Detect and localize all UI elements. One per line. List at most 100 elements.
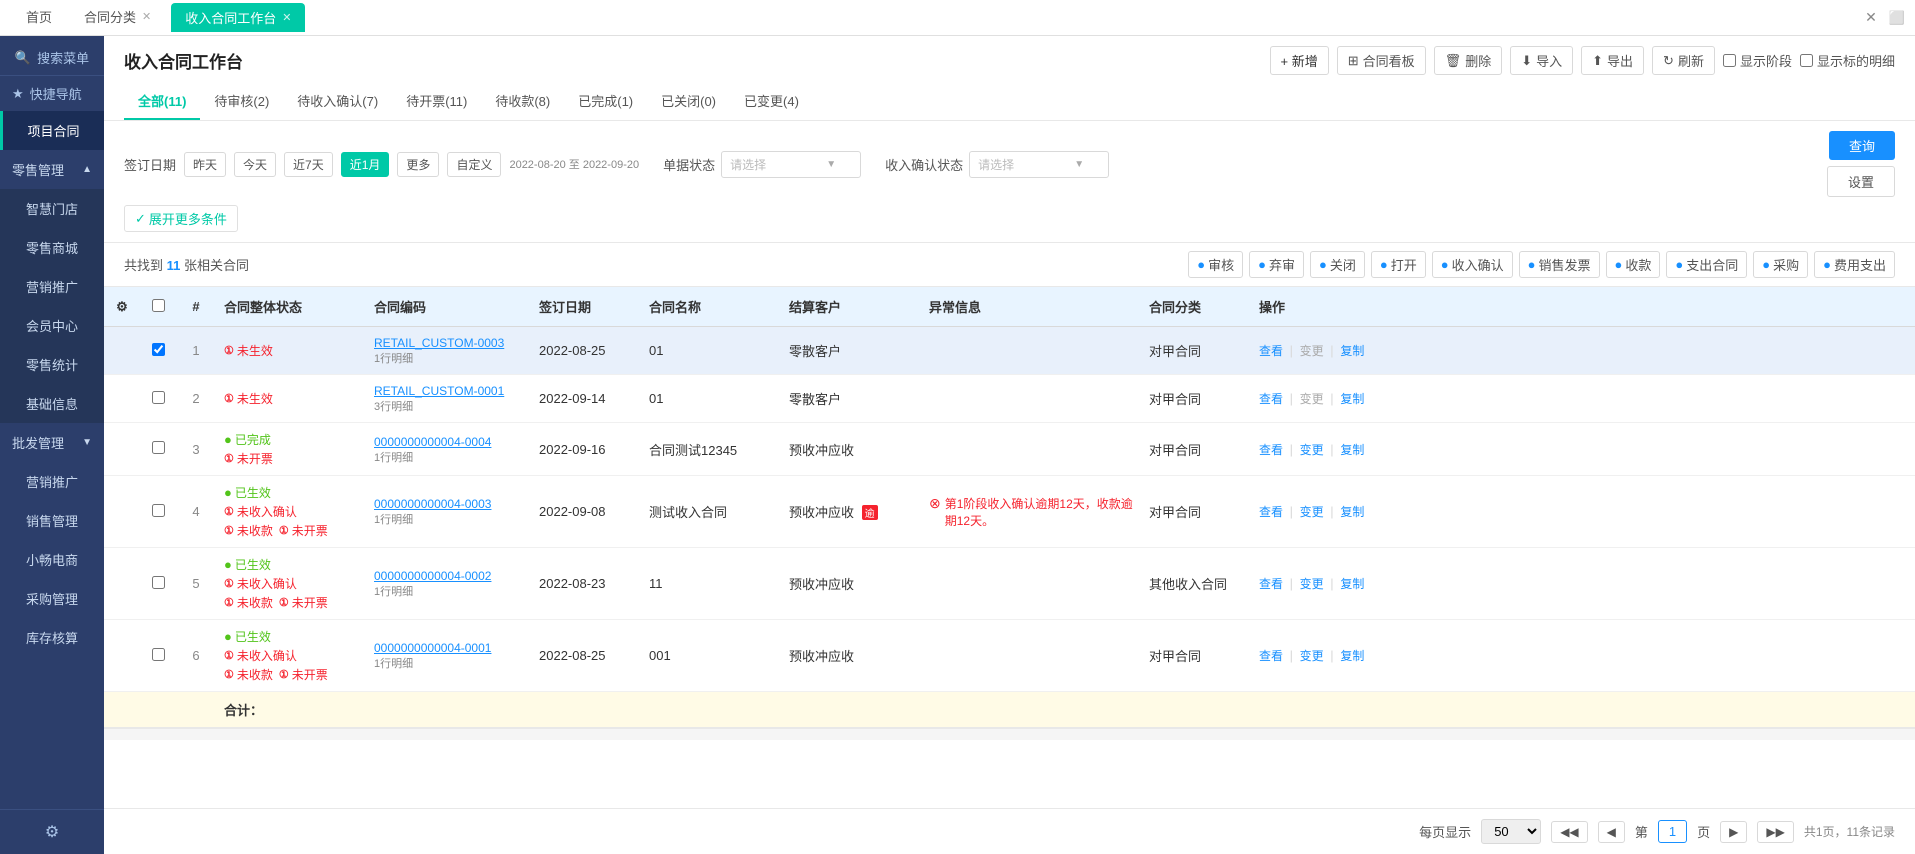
- tab-pending-payment[interactable]: 待收款(8): [481, 83, 564, 120]
- col-settings[interactable]: ⚙: [104, 287, 140, 327]
- expand-more-btn[interactable]: ✓ 展开更多条件: [124, 205, 238, 232]
- row-ops[interactable]: 查看 | 变更 | 复制: [1251, 375, 1915, 423]
- btn-review[interactable]: ● 审核: [1188, 251, 1243, 278]
- sidebar-item-marketing[interactable]: 营销推广: [0, 267, 104, 306]
- change-btn[interactable]: 变更: [1300, 443, 1324, 457]
- sidebar-item-sales[interactable]: 销售管理: [0, 501, 104, 540]
- sidebar-item-basic-info[interactable]: 基础信息: [0, 384, 104, 423]
- tab-changed[interactable]: 已变更(4): [730, 83, 813, 120]
- sidebar-item-project-contract[interactable]: 项目合同: [0, 111, 104, 150]
- sidebar-item-xiaoyang[interactable]: 小畅电商: [0, 540, 104, 579]
- copy-btn[interactable]: 复制: [1340, 443, 1364, 457]
- btn-board[interactable]: ⊞ 合同看板: [1337, 46, 1426, 75]
- doc-status-select[interactable]: 请选择 ▼: [721, 151, 861, 178]
- tab-contract-category[interactable]: 合同分类 ✕: [68, 0, 167, 36]
- show-mark-checkbox[interactable]: 显示标的明细: [1800, 51, 1895, 70]
- change-btn[interactable]: 变更: [1300, 649, 1324, 663]
- tab-closed[interactable]: 已关闭(0): [647, 83, 730, 120]
- btn-purchase[interactable]: ● 采购: [1753, 251, 1808, 278]
- prev-page-btn[interactable]: ◀: [1598, 821, 1625, 843]
- close-tab-category-icon[interactable]: ✕: [142, 10, 151, 23]
- filter-yesterday[interactable]: 昨天: [184, 152, 226, 177]
- row-ops[interactable]: 查看 | 变更 | 复制: [1251, 476, 1915, 548]
- sidebar-quick-nav[interactable]: ★ 快捷导航: [0, 76, 104, 111]
- filter-7days[interactable]: 近7天: [284, 152, 333, 177]
- query-btn[interactable]: 查询: [1829, 131, 1895, 160]
- btn-abandon[interactable]: ● 弃审: [1249, 251, 1304, 278]
- page-label: 第: [1635, 822, 1648, 841]
- row-code[interactable]: 0000000000004-0003 1行明细: [366, 476, 531, 548]
- change-btn[interactable]: 变更: [1300, 392, 1324, 406]
- tab-completed[interactable]: 已完成(1): [564, 83, 647, 120]
- btn-import[interactable]: ⬇ 导入: [1510, 46, 1573, 75]
- tab-pending-review[interactable]: 待审核(2): [200, 83, 283, 120]
- btn-out-contract[interactable]: ● 支出合同: [1666, 251, 1747, 278]
- row-ops[interactable]: 查看 | 变更 | 复制: [1251, 620, 1915, 692]
- copy-btn[interactable]: 复制: [1340, 392, 1364, 406]
- view-btn[interactable]: 查看: [1259, 577, 1283, 591]
- tab-pending-confirm[interactable]: 待收入确认(7): [283, 83, 392, 120]
- last-page-btn[interactable]: ▶▶: [1757, 821, 1793, 843]
- btn-sales-invoice[interactable]: ● 销售发票: [1519, 251, 1600, 278]
- sidebar-item-retail-stats[interactable]: 零售统计: [0, 345, 104, 384]
- btn-expense[interactable]: ● 费用支出: [1814, 251, 1895, 278]
- first-page-btn[interactable]: ◀◀: [1551, 821, 1587, 843]
- change-btn[interactable]: 变更: [1300, 344, 1324, 358]
- sidebar-search[interactable]: 🔍 搜索菜单: [0, 36, 104, 76]
- filter-today[interactable]: 今天: [234, 152, 276, 177]
- row-code[interactable]: 0000000000004-0002 1行明细: [366, 548, 531, 620]
- view-btn[interactable]: 查看: [1259, 505, 1283, 519]
- sidebar-item-smart-store[interactable]: 智慧门店: [0, 189, 104, 228]
- copy-btn[interactable]: 复制: [1340, 577, 1364, 591]
- col-checkbox-header[interactable]: [140, 287, 176, 327]
- tab-all[interactable]: 全部(11): [124, 83, 200, 120]
- sidebar-item-member[interactable]: 会员中心: [0, 306, 104, 345]
- row-ops[interactable]: 查看 | 变更 | 复制: [1251, 423, 1915, 476]
- copy-btn[interactable]: 复制: [1340, 649, 1364, 663]
- btn-open[interactable]: ● 打开: [1371, 251, 1426, 278]
- sidebar-item-wholesale[interactable]: 批发管理 ▼: [0, 423, 104, 462]
- confirm-status-select[interactable]: 请选择 ▼: [969, 151, 1109, 178]
- per-page-select[interactable]: 50 10 20 100: [1481, 819, 1541, 844]
- row-code[interactable]: 0000000000004-0001 1行明细: [366, 620, 531, 692]
- tab-home[interactable]: 首页: [10, 0, 68, 36]
- row-ops[interactable]: 查看 | 变更 | 复制: [1251, 548, 1915, 620]
- btn-export[interactable]: ⬆ 导出: [1581, 46, 1644, 75]
- filter-more[interactable]: 更多: [397, 152, 439, 177]
- tab-income-contract[interactable]: 收入合同工作台 ✕: [171, 3, 305, 32]
- sidebar-item-retail-mall[interactable]: 零售商城: [0, 228, 104, 267]
- filter-custom[interactable]: 自定义: [447, 152, 501, 177]
- row-ops[interactable]: 查看 | 变更 | 复制: [1251, 327, 1915, 375]
- sidebar-item-purchase[interactable]: 采购管理: [0, 579, 104, 618]
- view-btn[interactable]: 查看: [1259, 443, 1283, 457]
- view-btn[interactable]: 查看: [1259, 392, 1283, 406]
- settings-icon[interactable]: ⚙: [45, 824, 59, 841]
- view-btn[interactable]: 查看: [1259, 649, 1283, 663]
- row-date: 2022-08-23: [531, 548, 641, 620]
- window-restore-btn[interactable]: ⬜: [1889, 10, 1905, 26]
- btn-delete[interactable]: 🗑 删除: [1434, 46, 1503, 75]
- change-btn[interactable]: 变更: [1300, 577, 1324, 591]
- row-code[interactable]: 0000000000004-0004 1行明细: [366, 423, 531, 476]
- btn-refresh[interactable]: ↻ 刷新: [1652, 46, 1715, 75]
- copy-btn[interactable]: 复制: [1340, 505, 1364, 519]
- filter-1month[interactable]: 近1月: [341, 152, 390, 177]
- row-code[interactable]: RETAIL_CUSTOM-0003 1行明细: [366, 327, 531, 375]
- copy-btn[interactable]: 复制: [1340, 344, 1364, 358]
- window-close-btn[interactable]: ✕: [1865, 9, 1877, 26]
- sidebar-item-inventory[interactable]: 库存核算: [0, 618, 104, 657]
- row-code[interactable]: RETAIL_CUSTOM-0001 3行明细: [366, 375, 531, 423]
- setting-btn[interactable]: 设置: [1827, 166, 1895, 197]
- view-btn[interactable]: 查看: [1259, 344, 1283, 358]
- show-stage-checkbox[interactable]: 显示阶段: [1723, 51, 1792, 70]
- btn-payment[interactable]: ● 收款: [1606, 251, 1661, 278]
- btn-close[interactable]: ● 关闭: [1310, 251, 1365, 278]
- sidebar-item-retail-mgmt[interactable]: 零售管理 ▲: [0, 150, 104, 189]
- btn-new[interactable]: + 新增: [1270, 46, 1329, 75]
- next-page-btn[interactable]: ▶: [1720, 821, 1747, 843]
- change-btn[interactable]: 变更: [1300, 505, 1324, 519]
- tab-pending-invoice[interactable]: 待开票(11): [392, 83, 481, 120]
- close-tab-income-icon[interactable]: ✕: [282, 11, 291, 24]
- sidebar-item-marketing2[interactable]: 营销推广: [0, 462, 104, 501]
- btn-income-confirm[interactable]: ● 收入确认: [1432, 251, 1513, 278]
